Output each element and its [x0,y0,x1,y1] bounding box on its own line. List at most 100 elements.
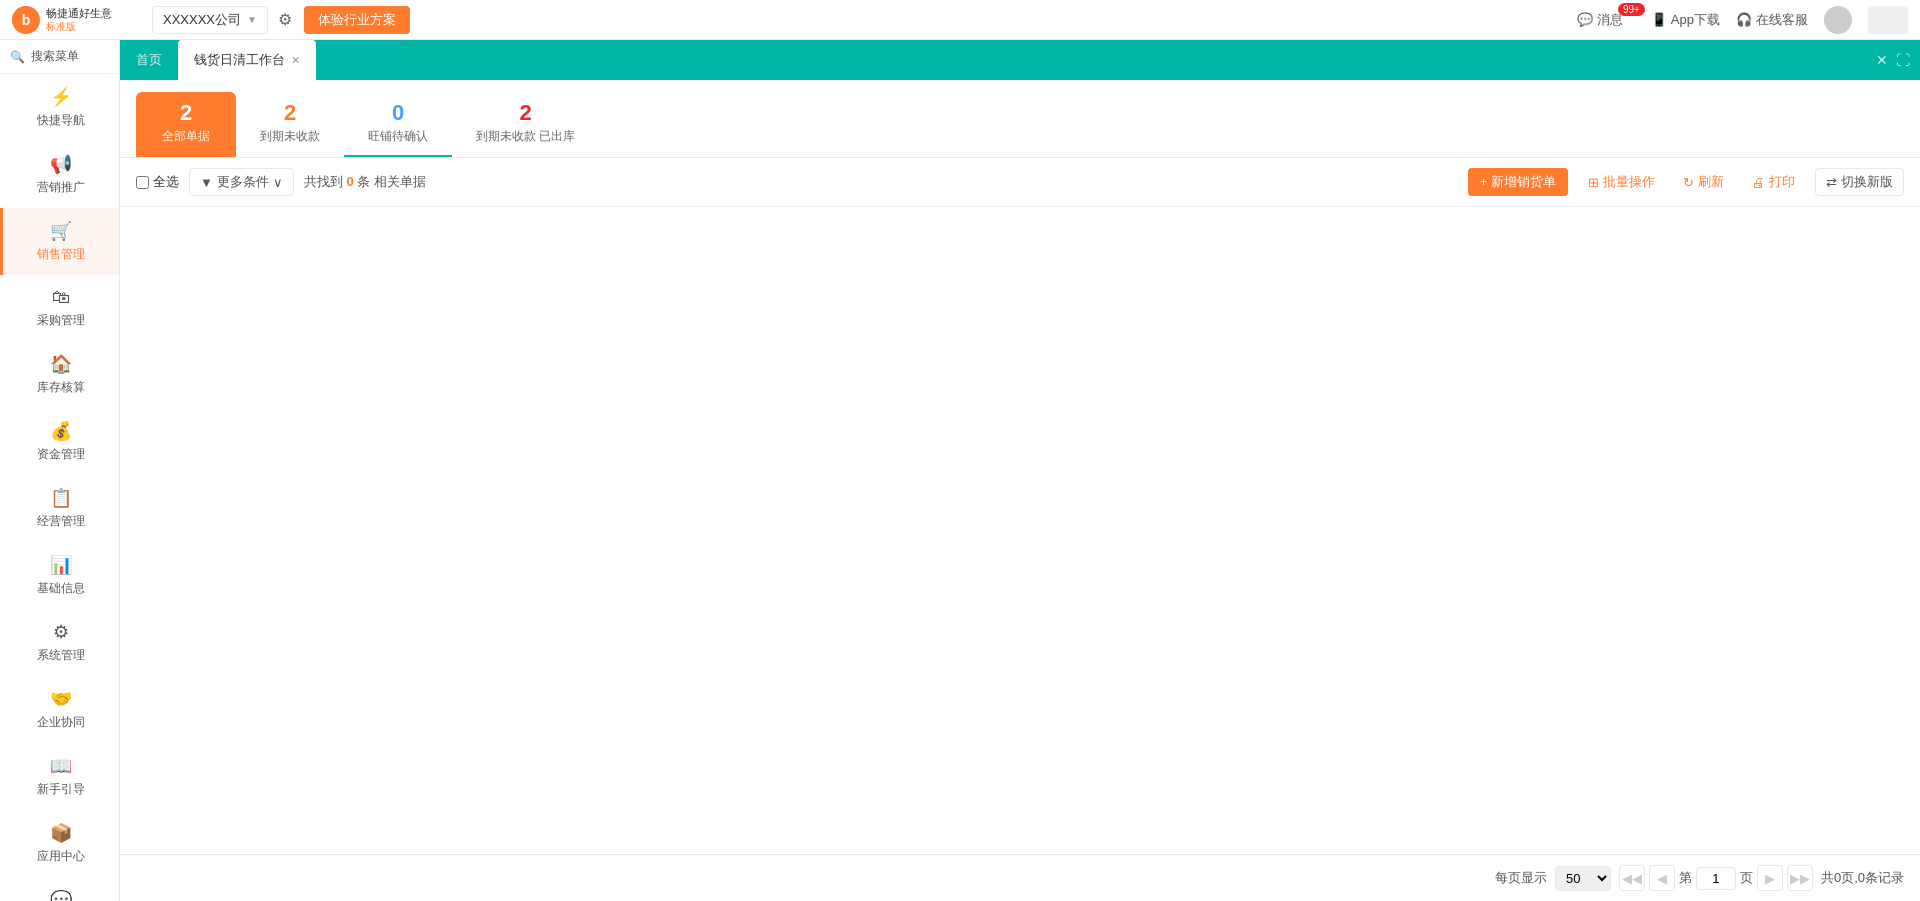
stats-tabs: 2 全部单据 2 到期未收款 0 旺铺待确认 2 到期未收款 已出库 [120,80,1920,158]
sidebar-item-label: 基础信息 [37,580,85,597]
stat-num-overdue: 2 [260,100,320,126]
refresh-button[interactable]: ↻ 刷新 [1675,169,1732,195]
sidebar-item-basic-info[interactable]: 📊 基础信息 [0,542,119,609]
settings-icon[interactable]: ⚙ [278,10,292,29]
tab-bar: 首页 钱货日清工作台 ✕ ✕ ⛶ [120,40,1920,80]
sidebar-item-label: 新手引导 [37,781,85,798]
sidebar-item-marketing[interactable]: 📢 营销推广 [0,141,119,208]
stat-tab-overdue[interactable]: 2 到期未收款 [236,92,344,157]
sidebar-item-guide[interactable]: 📖 新手引导 [0,743,119,810]
stat-num-pending: 0 [368,100,428,126]
found-text: 共找到 0 条 相关单据 [304,173,426,191]
user-name[interactable] [1868,6,1908,34]
close-window-icon[interactable]: ✕ [1876,52,1888,68]
page-nav: ◀◀ ◀ 第 页 ▶ ▶▶ [1619,865,1813,891]
toolbar: 全选 ▼ 更多条件 ∨ 共找到 0 条 相关单据 + 新增销货单 ⊞ 批量操作 [120,158,1920,207]
dropdown-arrow-icon: ▼ [247,14,257,25]
filter-dropdown-icon: ∨ [273,175,283,190]
sidebar-item-inventory[interactable]: 🏠 库存核算 [0,341,119,408]
sidebar-item-wechat[interactable]: 💬 企业微信 [0,877,119,901]
batch-icon: ⊞ [1588,175,1599,190]
tab-home[interactable]: 首页 [120,40,178,80]
refresh-icon: ↻ [1683,175,1694,190]
guide-icon: 📖 [50,755,72,777]
inventory-icon: 🏠 [50,353,72,375]
table-area [120,207,1920,854]
main-content: 首页 钱货日清工作台 ✕ ✕ ⛶ 2 全部单据 2 到期未收款 0 旺铺待确认 [120,40,1920,901]
search-icon: 🔍 [10,50,25,64]
system-icon: ⚙ [53,621,69,643]
add-sale-order-button[interactable]: + 新增销货单 [1468,168,1568,196]
stat-label-all: 全部单据 [160,128,212,145]
cooperation-icon: 🤝 [50,688,72,710]
first-page-button[interactable]: ◀◀ [1619,865,1645,891]
print-label: 打印 [1769,173,1795,191]
batch-operation-button[interactable]: ⊞ 批量操作 [1580,169,1663,195]
found-count: 0 [347,174,354,189]
search-menu[interactable]: 🔍 搜索菜单 [0,40,119,74]
print-icon: 🖨 [1752,175,1765,190]
per-page-label: 每页显示 [1495,869,1547,887]
sidebar-item-app-center[interactable]: 📦 应用中心 [0,810,119,877]
sidebar-item-purchase[interactable]: 🛍 采购管理 [0,275,119,341]
avatar[interactable] [1824,6,1852,34]
sidebar-item-cooperation[interactable]: 🤝 企业协同 [0,676,119,743]
next-page-button[interactable]: ▶ [1757,865,1783,891]
stat-num-shipped: 2 [476,100,575,126]
prev-page-button[interactable]: ◀ [1649,865,1675,891]
message-item[interactable]: 💬 消息 99+ [1577,11,1635,29]
online-service-item[interactable]: 🎧 在线客服 [1736,11,1808,29]
sidebar-item-system[interactable]: ⚙ 系统管理 [0,609,119,676]
sidebar-item-sales[interactable]: 🛒 销售管理 [0,208,119,275]
tab-close-icon[interactable]: ✕ [291,54,300,67]
sidebar-item-label: 经营管理 [37,513,85,530]
select-all-input[interactable] [136,176,149,189]
online-service-label: 在线客服 [1756,11,1808,29]
stat-num-all: 2 [160,100,212,126]
stat-tab-all[interactable]: 2 全部单据 [136,92,236,157]
sidebar-item-label: 应用中心 [37,848,85,865]
company-name: XXXXXX公司 [163,11,241,29]
sidebar-item-finance[interactable]: 💰 资金管理 [0,408,119,475]
trial-button[interactable]: 体验行业方案 [304,6,410,34]
tab-cash-flow[interactable]: 钱货日清工作台 ✕ [178,40,316,80]
logo-text: 畅捷通好生意 标准版 [46,6,112,33]
operations-icon: 📋 [50,487,72,509]
sidebar-item-label: 快捷导航 [37,112,85,129]
maximize-icon[interactable]: ⛶ [1896,52,1910,68]
tab-home-label: 首页 [136,51,162,69]
app-download-label: App下载 [1671,11,1720,29]
sidebar-item-label: 营销推广 [37,179,85,196]
sidebar-item-label: 库存核算 [37,379,85,396]
purchase-icon: 🛍 [52,287,70,308]
stat-tab-pending[interactable]: 0 旺铺待确认 [344,92,452,157]
sidebar: 🔍 搜索菜单 ⚡ 快捷导航 📢 营销推广 🛒 销售管理 🛍 采购管理 🏠 库存核… [0,40,120,901]
message-badge: 99+ [1618,3,1645,16]
sidebar-item-label: 采购管理 [37,312,85,329]
sidebar-item-quick-nav[interactable]: ⚡ 快捷导航 [0,74,119,141]
page-number-input[interactable] [1696,867,1736,890]
logo-icon: b [12,6,40,34]
last-page-button[interactable]: ▶▶ [1787,865,1813,891]
sidebar-item-label: 系统管理 [37,647,85,664]
print-button[interactable]: 🖨 打印 [1744,169,1803,195]
message-icon: 💬 [1577,12,1593,27]
download-icon: 📱 [1651,12,1667,27]
service-icon: 🎧 [1736,12,1752,27]
select-all-checkbox[interactable]: 全选 [136,173,179,191]
switch-version-button[interactable]: ⇄ 切换新版 [1815,168,1904,196]
content-area: 2 全部单据 2 到期未收款 0 旺铺待确认 2 到期未收款 已出库 全选 [120,80,1920,901]
switch-icon: ⇄ [1826,175,1837,190]
finance-icon: 💰 [50,420,72,442]
app-download-item[interactable]: 📱 App下载 [1651,11,1720,29]
marketing-icon: 📢 [50,153,72,175]
filter-icon: ▼ [200,175,213,190]
per-page-select[interactable]: 50 10 20 100 [1555,866,1611,891]
filter-button[interactable]: ▼ 更多条件 ∨ [189,168,294,196]
company-selector[interactable]: XXXXXX公司 ▼ [152,6,268,34]
switch-label: 切换新版 [1841,173,1893,191]
top-right-area: 💬 消息 99+ 📱 App下载 🎧 在线客服 [1577,6,1908,34]
select-all-label: 全选 [153,173,179,191]
sidebar-item-operations[interactable]: 📋 经营管理 [0,475,119,542]
stat-tab-shipped[interactable]: 2 到期未收款 已出库 [452,92,599,157]
